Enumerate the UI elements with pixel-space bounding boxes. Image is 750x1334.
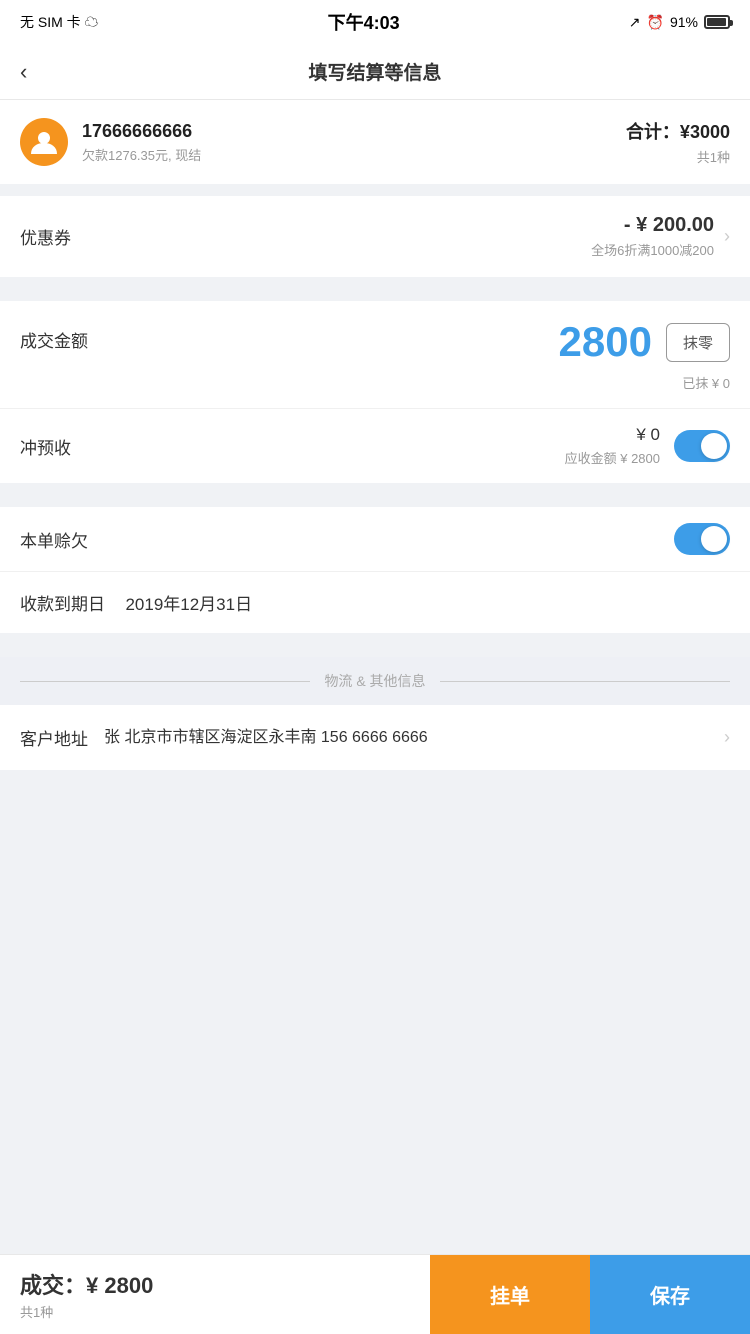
prepay-toggle[interactable] bbox=[674, 430, 730, 462]
save-button[interactable]: 保存 bbox=[590, 1255, 750, 1334]
coupon-chevron-icon: › bbox=[724, 226, 730, 247]
address-row[interactable]: 客户地址 张 北京市市辖区海淀区永丰南 156 6666 6666 › bbox=[0, 705, 750, 770]
prepay-value: ¥ 0 应收金额 ¥ 2800 bbox=[565, 425, 660, 467]
debt-row: 本单赊欠 bbox=[0, 507, 750, 571]
footer: 成交：¥ 2800 共1种 挂单 保存 bbox=[0, 1254, 750, 1334]
user-total: 合计：¥3000 共1种 bbox=[626, 118, 730, 166]
coupon-info: - ¥ 200.00 全场6折满1000减200 bbox=[591, 214, 714, 259]
deal-amount-label: 成交金额 bbox=[20, 321, 88, 352]
prepay-row: 冲预收 ¥ 0 应收金额 ¥ 2800 bbox=[0, 409, 750, 483]
status-left: 无 SIM 卡 ☁ bbox=[20, 12, 99, 32]
deal-sub-info: 已抹 ¥ 0 bbox=[0, 373, 750, 408]
debt-section: 本单赊欠 收款到期日 2019年12月31日 bbox=[0, 507, 750, 633]
user-phone: 17666666666 bbox=[82, 121, 201, 142]
battery-percent: 91% bbox=[670, 14, 698, 30]
footer-summary: 成交：¥ 2800 共1种 bbox=[0, 1268, 430, 1321]
user-left: 17666666666 欠款1276.35元, 现结 bbox=[20, 118, 201, 166]
user-info-section: 17666666666 欠款1276.35元, 现结 合计：¥3000 共1种 bbox=[0, 100, 750, 184]
due-date-label: 收款到期日 bbox=[20, 595, 105, 614]
address-chevron-icon: › bbox=[724, 727, 730, 748]
footer-deal-amount: ¥ 2800 bbox=[86, 1273, 153, 1298]
coupon-desc: 全场6折满1000减200 bbox=[591, 240, 714, 259]
coupon-label: 优惠券 bbox=[20, 224, 71, 249]
bottom-space bbox=[0, 782, 750, 902]
round-down-button[interactable]: 抹零 bbox=[666, 323, 730, 362]
user-sub-info: 欠款1276.35元, 现结 bbox=[82, 145, 201, 164]
debt-label: 本单赊欠 bbox=[20, 527, 88, 552]
alarm-icon: ⏰ bbox=[647, 14, 664, 31]
direction-icon: ↗ bbox=[629, 14, 641, 31]
separator-2 bbox=[0, 495, 750, 507]
prepay-amount: ¥ 0 bbox=[565, 425, 660, 445]
prepay-sub: 应收金额 ¥ 2800 bbox=[565, 448, 660, 467]
status-right: ↗ ⏰ 91% bbox=[629, 14, 730, 31]
deal-amount-section: 成交金额 2800 抹零 已抹 ¥ 0 冲预收 ¥ 0 应收金额 ¥ 2800 bbox=[0, 301, 750, 483]
coupon-amount: - ¥ 200.00 bbox=[591, 214, 714, 237]
deal-amount-right: 2800 抹零 bbox=[559, 321, 730, 363]
coupon-row[interactable]: 优惠券 - ¥ 200.00 全场6折满1000减200 › bbox=[0, 196, 750, 277]
footer-deal-label: 成交： bbox=[20, 1273, 86, 1298]
total-count: 共1种 bbox=[626, 147, 730, 166]
separator-1 bbox=[0, 289, 750, 301]
nav-bar: ‹ 填写结算等信息 bbox=[0, 44, 750, 100]
debt-toggle[interactable] bbox=[674, 523, 730, 555]
due-date-row: 收款到期日 2019年12月31日 bbox=[0, 571, 750, 633]
pending-button[interactable]: 挂单 bbox=[430, 1255, 590, 1334]
back-button[interactable]: ‹ bbox=[20, 59, 27, 85]
deal-amount-value: 2800 bbox=[559, 321, 652, 363]
coupon-right: - ¥ 200.00 全场6折满1000减200 › bbox=[591, 214, 730, 259]
footer-count: 共1种 bbox=[20, 1302, 410, 1321]
status-bar: 无 SIM 卡 ☁ 下午4:03 ↗ ⏰ 91% bbox=[0, 0, 750, 44]
avatar bbox=[20, 118, 68, 166]
separator-3 bbox=[0, 645, 750, 657]
page-title: 填写结算等信息 bbox=[308, 58, 441, 85]
footer-deal-row: 成交：¥ 2800 bbox=[20, 1268, 410, 1300]
user-info: 17666666666 欠款1276.35元, 现结 bbox=[82, 121, 201, 164]
total-amount: 合计：¥3000 bbox=[626, 118, 730, 144]
sim-label: 无 SIM 卡 ☁ bbox=[20, 12, 99, 32]
deal-amount-row: 成交金额 2800 抹零 bbox=[0, 301, 750, 373]
address-label: 客户地址 bbox=[20, 725, 88, 750]
divider-line-right bbox=[440, 681, 730, 682]
address-value: 张 北京市市辖区海淀区永丰南 156 6666 6666 bbox=[104, 726, 708, 750]
logistics-divider-text: 物流 & 其他信息 bbox=[324, 671, 425, 691]
battery-icon bbox=[704, 15, 730, 29]
status-time: 下午4:03 bbox=[328, 9, 400, 35]
due-date-value: 2019年12月31日 bbox=[125, 595, 252, 614]
prepay-right: ¥ 0 应收金额 ¥ 2800 bbox=[565, 425, 730, 467]
logistics-divider: 物流 & 其他信息 bbox=[0, 657, 750, 705]
prepay-label: 冲预收 bbox=[20, 434, 71, 459]
divider-line-left bbox=[20, 681, 310, 682]
